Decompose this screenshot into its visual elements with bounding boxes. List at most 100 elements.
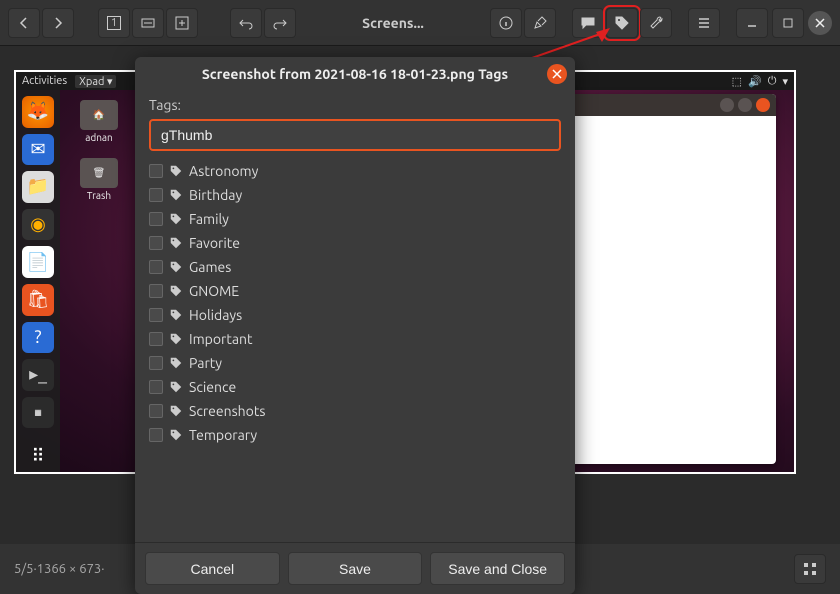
- tag-label: Science: [189, 379, 236, 395]
- browser-view-button[interactable]: [794, 554, 826, 584]
- dialog-close-button[interactable]: [547, 64, 567, 84]
- tag-checkbox[interactable]: [149, 380, 163, 394]
- apps-grid-icon: ⠿: [22, 440, 54, 472]
- tag-button[interactable]: [606, 8, 638, 38]
- help-icon: ?: [22, 322, 54, 354]
- tag-icon: [169, 404, 183, 418]
- thunderbird-icon: ✉: [22, 134, 54, 166]
- tag-icon: [169, 212, 183, 226]
- tag-icon: [169, 188, 183, 202]
- net-icon: ⬚: [732, 75, 742, 88]
- zoom-actual-button[interactable]: 1: [98, 8, 130, 38]
- tag-checkbox[interactable]: [149, 332, 163, 346]
- desktop-folder: 🏠 adnan: [78, 100, 120, 143]
- tag-icon: [169, 260, 183, 274]
- tag-checkbox[interactable]: [149, 164, 163, 178]
- dialog-body: Tags: AstronomyBirthdayFamilyFavoriteGam…: [135, 91, 575, 542]
- tag-icon: [169, 164, 183, 178]
- tag-checkbox[interactable]: [149, 284, 163, 298]
- terminal-icon: ▸_: [22, 359, 54, 391]
- tag-item[interactable]: Science: [149, 375, 561, 399]
- tag-icon: [169, 308, 183, 322]
- info-button[interactable]: [490, 8, 522, 38]
- tag-label: Party: [189, 355, 222, 371]
- tag-item[interactable]: Family: [149, 207, 561, 231]
- tag-label: GNOME: [189, 283, 239, 299]
- activities-label: Activities: [22, 75, 67, 87]
- cancel-button[interactable]: Cancel: [145, 552, 280, 585]
- tag-item[interactable]: Holidays: [149, 303, 561, 327]
- dialog-footer: Cancel Save Save and Close: [135, 542, 575, 594]
- tag-checkbox[interactable]: [149, 428, 163, 442]
- tag-label: Holidays: [189, 307, 242, 323]
- zoom-fitwidth-button[interactable]: [132, 8, 164, 38]
- tools-button[interactable]: [640, 8, 672, 38]
- todo-icon: ▦: [22, 397, 54, 429]
- hamburger-button[interactable]: [688, 8, 720, 38]
- forward-button[interactable]: [42, 8, 74, 38]
- one-icon: 1: [107, 16, 121, 30]
- comment-button[interactable]: [572, 8, 604, 38]
- tags-input[interactable]: [149, 119, 561, 151]
- tag-checkbox[interactable]: [149, 212, 163, 226]
- maximize-button[interactable]: [772, 8, 804, 38]
- ubuntu-dock: 🦊 ✉ 📁 ◉ 📄 🛍 ? ▸_ ▦ ⠿: [16, 90, 60, 472]
- tag-label: Astronomy: [189, 163, 258, 179]
- rhythmbox-icon: ◉: [22, 209, 54, 241]
- toolbar-title: Screens...: [362, 15, 424, 31]
- tag-label: Important: [189, 331, 253, 347]
- tag-label: Screenshots: [189, 403, 265, 419]
- redo-button[interactable]: [264, 8, 296, 38]
- xpad-menu-label: Xpad ▾: [75, 75, 116, 88]
- tag-icon: [169, 428, 183, 442]
- tag-item[interactable]: Astronomy: [149, 159, 561, 183]
- tag-checkbox[interactable]: [149, 260, 163, 274]
- tag-checkbox[interactable]: [149, 308, 163, 322]
- tag-item[interactable]: Games: [149, 255, 561, 279]
- tag-item[interactable]: Important: [149, 327, 561, 351]
- tag-checkbox[interactable]: [149, 188, 163, 202]
- tag-item[interactable]: Birthday: [149, 183, 561, 207]
- save-close-button[interactable]: Save and Close: [430, 552, 565, 585]
- tag-item[interactable]: Temporary: [149, 423, 561, 447]
- tag-checkbox[interactable]: [149, 236, 163, 250]
- tag-label: Games: [189, 259, 231, 275]
- zoom-fit-button[interactable]: [166, 8, 198, 38]
- tag-item[interactable]: Party: [149, 351, 561, 375]
- dialog-header: Screenshot from 2021-08-16 18-01-23.png …: [135, 57, 575, 91]
- tag-label: Favorite: [189, 235, 240, 251]
- tag-label: Family: [189, 211, 229, 227]
- close-button[interactable]: [808, 11, 832, 35]
- tag-item[interactable]: Favorite: [149, 231, 561, 255]
- caret-icon: ▾: [782, 75, 788, 88]
- software-icon: 🛍: [22, 284, 54, 316]
- xpad-maximize-icon: [738, 98, 752, 112]
- tag-item[interactable]: GNOME: [149, 279, 561, 303]
- desktop-trash: 🗑 Trash: [78, 158, 120, 201]
- status-sep2: ·: [101, 562, 104, 576]
- trash-icon: 🗑: [80, 158, 118, 188]
- home-folder-icon: 🏠: [80, 100, 118, 130]
- undo-button[interactable]: [230, 8, 262, 38]
- power-icon: ⏻: [768, 75, 777, 88]
- tag-label: Birthday: [189, 187, 242, 203]
- tag-icon: [169, 284, 183, 298]
- edit-button[interactable]: [524, 8, 556, 38]
- vol-icon: 🔊: [748, 75, 762, 88]
- image-index: 5/5: [14, 562, 33, 576]
- xpad-minimize-icon: [720, 98, 734, 112]
- tag-item[interactable]: Screenshots: [149, 399, 561, 423]
- firefox-icon: 🦊: [22, 96, 54, 128]
- tag-icon: [169, 236, 183, 250]
- tag-icon: [169, 380, 183, 394]
- libreoffice-icon: 📄: [22, 246, 54, 278]
- tag-checkbox[interactable]: [149, 404, 163, 418]
- tag-label: Temporary: [189, 427, 257, 443]
- app-toolbar: 1 Screens...: [0, 0, 840, 46]
- back-button[interactable]: [8, 8, 40, 38]
- tags-dialog: Screenshot from 2021-08-16 18-01-23.png …: [135, 57, 575, 594]
- tag-checkbox[interactable]: [149, 356, 163, 370]
- image-dimensions: 1366 × 673: [37, 562, 102, 576]
- minimize-button[interactable]: [736, 8, 768, 38]
- save-button[interactable]: Save: [288, 552, 423, 585]
